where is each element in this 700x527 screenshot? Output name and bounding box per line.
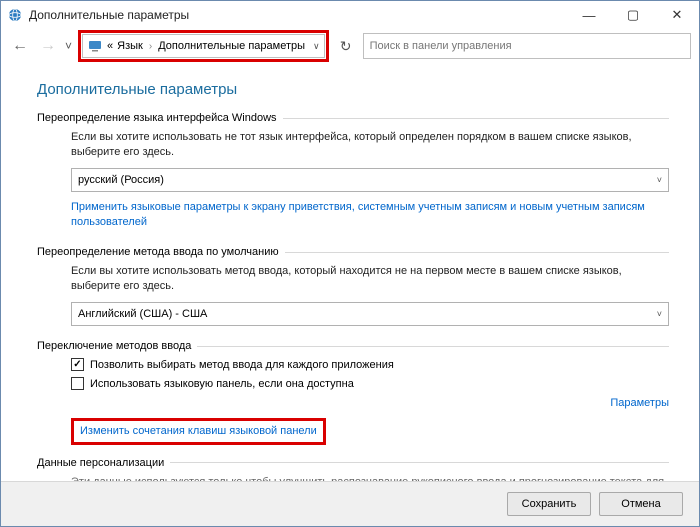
checkbox-label: Позволить выбирать метод ввода для каждо…	[90, 359, 394, 371]
checkbox-label: Использовать языковую панель, если она д…	[90, 378, 354, 390]
lang-override-desc: Если вы хотите использовать не тот язык …	[71, 130, 669, 160]
app-icon	[7, 7, 23, 23]
section-rule	[197, 346, 669, 347]
refresh-button[interactable]: ↻	[335, 35, 357, 57]
content-area: Дополнительные параметры Переопределение…	[1, 63, 699, 481]
maximize-button[interactable]: ▢	[611, 1, 655, 29]
section-personalization: Данные персонализации	[37, 457, 669, 469]
section-label: Данные персонализации	[37, 457, 164, 469]
hotkeys-highlight: Изменить сочетания клавиш языковой панел…	[71, 418, 326, 445]
breadcrumb-prefix: «	[107, 40, 113, 52]
cancel-button[interactable]: Отмена	[599, 492, 683, 516]
breadcrumb-language[interactable]: Язык	[117, 40, 143, 52]
default-input-method-select[interactable]: Английский (США) - США ˅	[71, 302, 669, 326]
section-rule	[283, 118, 669, 119]
chevron-down-icon: ˅	[657, 309, 662, 319]
close-button[interactable]: ✕	[655, 1, 699, 29]
input-override-desc: Если вы хотите использовать метод ввода,…	[71, 264, 669, 294]
address-dropdown-icon[interactable]: ∨	[313, 41, 320, 52]
langbar-checkbox-row: Использовать языковую панель, если она д…	[71, 377, 669, 390]
per-app-checkbox[interactable]	[71, 358, 84, 371]
select-value: русский (Россия)	[78, 174, 164, 186]
history-dropdown[interactable]: ˅	[65, 39, 72, 53]
section-rule	[285, 252, 669, 253]
breadcrumb-highlight: « Язык › Дополнительные параметры ∨	[78, 30, 329, 62]
back-button[interactable]: ←	[9, 35, 31, 57]
page-title: Дополнительные параметры	[37, 81, 669, 98]
save-button[interactable]: Сохранить	[507, 492, 591, 516]
per-app-checkbox-row: Позволить выбирать метод ввода для каждо…	[71, 358, 669, 371]
window-title: Дополнительные параметры	[29, 8, 189, 22]
langbar-checkbox[interactable]	[71, 377, 84, 390]
address-bar[interactable]: « Язык › Дополнительные параметры ∨	[82, 34, 325, 58]
window-controls: — ▢ ✕	[567, 1, 699, 29]
breadcrumb-sep: ›	[149, 41, 152, 52]
apply-to-welcome-link[interactable]: Применить языковые параметры к экрану пр…	[71, 200, 669, 231]
breadcrumb-current[interactable]: Дополнительные параметры	[158, 40, 305, 52]
forward-button[interactable]: →	[37, 35, 59, 57]
titlebar: Дополнительные параметры — ▢ ✕	[1, 1, 699, 29]
section-label: Переопределение метода ввода по умолчани…	[37, 246, 279, 258]
section-switch-methods: Переключение методов ввода	[37, 340, 669, 352]
change-hotkeys-link[interactable]: Изменить сочетания клавиш языковой панел…	[80, 424, 317, 439]
select-value: Английский (США) - США	[78, 308, 207, 320]
search-input[interactable]: Поиск в панели управления	[363, 33, 691, 59]
control-panel-icon	[87, 38, 103, 54]
display-language-select[interactable]: русский (Россия) ˅	[71, 168, 669, 192]
section-label: Переопределение языка интерфейса Windows	[37, 112, 277, 124]
chevron-down-icon: ˅	[657, 175, 662, 185]
nav-toolbar: ← → ˅ « Язык › Дополнительные параметры …	[1, 29, 699, 63]
control-panel-window: Дополнительные параметры — ▢ ✕ ← → ˅ « Я…	[0, 0, 700, 527]
section-lang-override: Переопределение языка интерфейса Windows	[37, 112, 669, 124]
minimize-button[interactable]: —	[567, 1, 611, 29]
langbar-options-link[interactable]: Параметры	[610, 396, 669, 411]
footer-bar: Сохранить Отмена	[1, 481, 699, 526]
section-rule	[170, 462, 669, 463]
section-input-override: Переопределение метода ввода по умолчани…	[37, 246, 669, 258]
section-label: Переключение методов ввода	[37, 340, 191, 352]
